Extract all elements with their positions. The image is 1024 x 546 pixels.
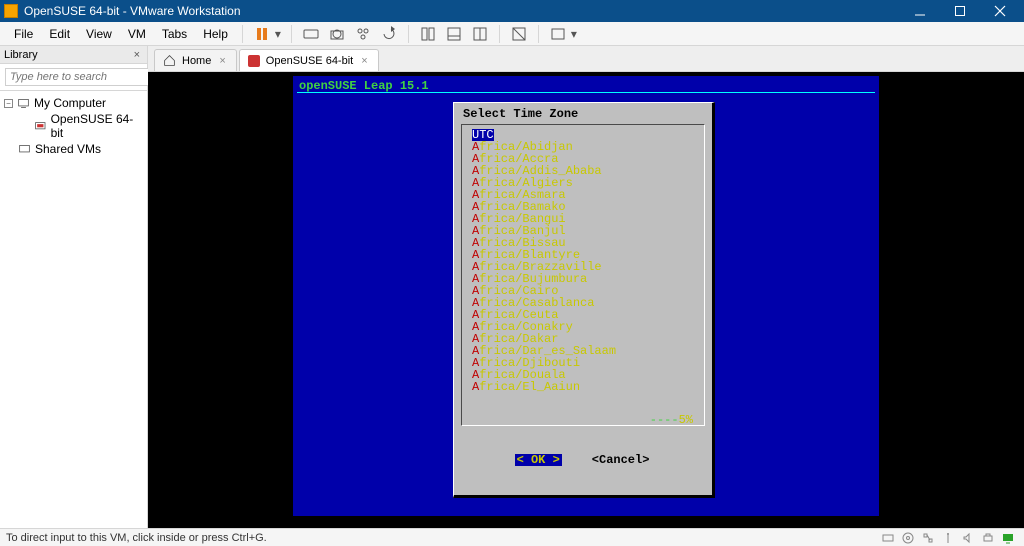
tab-home[interactable]: Home × bbox=[154, 49, 237, 71]
tab-strip: Home × OpenSUSE 64-bit × bbox=[148, 46, 1024, 72]
vm-console[interactable]: openSUSE Leap 15.1 Select Time Zone UTCA… bbox=[148, 72, 1024, 528]
library-tree: − My Computer OpenSUSE 64-bit Shared VMs bbox=[0, 91, 147, 161]
revert-button[interactable] bbox=[378, 24, 400, 44]
heading-underline bbox=[297, 92, 875, 93]
vm-icon bbox=[34, 120, 47, 133]
vm-icon bbox=[248, 55, 260, 67]
scroll-percent: 5% bbox=[679, 413, 693, 427]
view-tabs-button[interactable] bbox=[469, 24, 491, 44]
device-usb-icon[interactable] bbox=[940, 531, 956, 545]
library-close-button[interactable]: × bbox=[131, 49, 143, 61]
timezone-dialog: Select Time Zone UTCAfrica/AbidjanAfrica… bbox=[453, 102, 715, 498]
device-printer-icon[interactable] bbox=[980, 531, 996, 545]
vm-display-icon[interactable] bbox=[1000, 531, 1016, 545]
library-panel: Library × ▾ − My Computer OpenSUSE 64-bi… bbox=[0, 46, 148, 528]
device-sound-icon[interactable] bbox=[960, 531, 976, 545]
tab-opensuse[interactable]: OpenSUSE 64-bit × bbox=[239, 49, 379, 71]
vm-os-heading: openSUSE Leap 15.1 bbox=[297, 80, 431, 92]
statusbar: To direct input to this VM, click inside… bbox=[0, 528, 1024, 546]
menu-vm[interactable]: VM bbox=[120, 25, 154, 43]
send-ctrl-alt-del-button[interactable] bbox=[300, 24, 322, 44]
vm-screen[interactable]: openSUSE Leap 15.1 Select Time Zone UTCA… bbox=[293, 76, 879, 516]
fullscreen-dropdown[interactable]: ▾ bbox=[571, 27, 581, 41]
minimize-button[interactable] bbox=[900, 0, 940, 22]
menu-view[interactable]: View bbox=[78, 25, 120, 43]
maximize-button[interactable] bbox=[940, 0, 980, 22]
tree-label: My Computer bbox=[34, 96, 106, 110]
tree-node-sharedvms[interactable]: Shared VMs bbox=[2, 141, 145, 157]
view-console-button[interactable] bbox=[417, 24, 439, 44]
cancel-button[interactable]: <Cancel> bbox=[590, 454, 652, 466]
shared-icon bbox=[18, 143, 31, 156]
snapshot-manager-button[interactable] bbox=[352, 24, 374, 44]
library-search-input[interactable] bbox=[5, 68, 158, 86]
ok-button[interactable]: < OK > bbox=[515, 454, 562, 466]
device-hdd-icon[interactable] bbox=[880, 531, 896, 545]
tab-label: OpenSUSE 64-bit bbox=[266, 55, 353, 67]
pause-vm-button[interactable] bbox=[251, 24, 273, 44]
statusbar-hint: To direct input to this VM, click inside… bbox=[6, 532, 267, 544]
unity-button[interactable] bbox=[508, 24, 530, 44]
window-titlebar: OpenSUSE 64-bit - VMware Workstation bbox=[0, 0, 1024, 22]
library-header: Library × bbox=[0, 46, 147, 64]
timezone-item[interactable]: Africa/El_Aaiun bbox=[472, 381, 694, 393]
tab-close-button[interactable]: × bbox=[217, 55, 227, 67]
view-thumbnail-button[interactable] bbox=[443, 24, 465, 44]
menubar: File Edit View VM Tabs Help ▾ ▾ bbox=[0, 22, 1024, 46]
device-cd-icon[interactable] bbox=[900, 531, 916, 545]
library-search-row: ▾ bbox=[0, 64, 147, 91]
menu-help[interactable]: Help bbox=[195, 25, 236, 43]
fullscreen-button[interactable] bbox=[547, 24, 569, 44]
window-title: OpenSUSE 64-bit - VMware Workstation bbox=[24, 4, 241, 18]
tree-label: OpenSUSE 64-bit bbox=[51, 112, 143, 140]
library-title: Library bbox=[4, 49, 38, 61]
tab-close-button[interactable]: × bbox=[359, 55, 369, 67]
menu-file[interactable]: File bbox=[6, 25, 41, 43]
home-icon bbox=[163, 54, 176, 67]
device-network-icon[interactable] bbox=[920, 531, 936, 545]
scroll-indicator: ----5% bbox=[457, 414, 693, 426]
power-dropdown[interactable]: ▾ bbox=[275, 27, 285, 41]
tab-label: Home bbox=[182, 55, 211, 67]
dialog-title: Select Time Zone bbox=[457, 106, 709, 124]
tree-label: Shared VMs bbox=[35, 142, 101, 156]
menu-tabs[interactable]: Tabs bbox=[154, 25, 195, 43]
close-button[interactable] bbox=[980, 0, 1020, 22]
computer-icon bbox=[17, 97, 30, 110]
app-icon bbox=[4, 4, 18, 18]
snapshot-button[interactable] bbox=[326, 24, 348, 44]
menu-edit[interactable]: Edit bbox=[41, 25, 78, 43]
tree-toggle-icon[interactable]: − bbox=[4, 99, 13, 108]
tree-node-mycomputer[interactable]: − My Computer bbox=[2, 95, 145, 111]
timezone-listbox[interactable]: UTCAfrica/AbidjanAfrica/AccraAfrica/Addi… bbox=[461, 124, 705, 426]
tree-node-opensuse[interactable]: OpenSUSE 64-bit bbox=[2, 111, 145, 141]
